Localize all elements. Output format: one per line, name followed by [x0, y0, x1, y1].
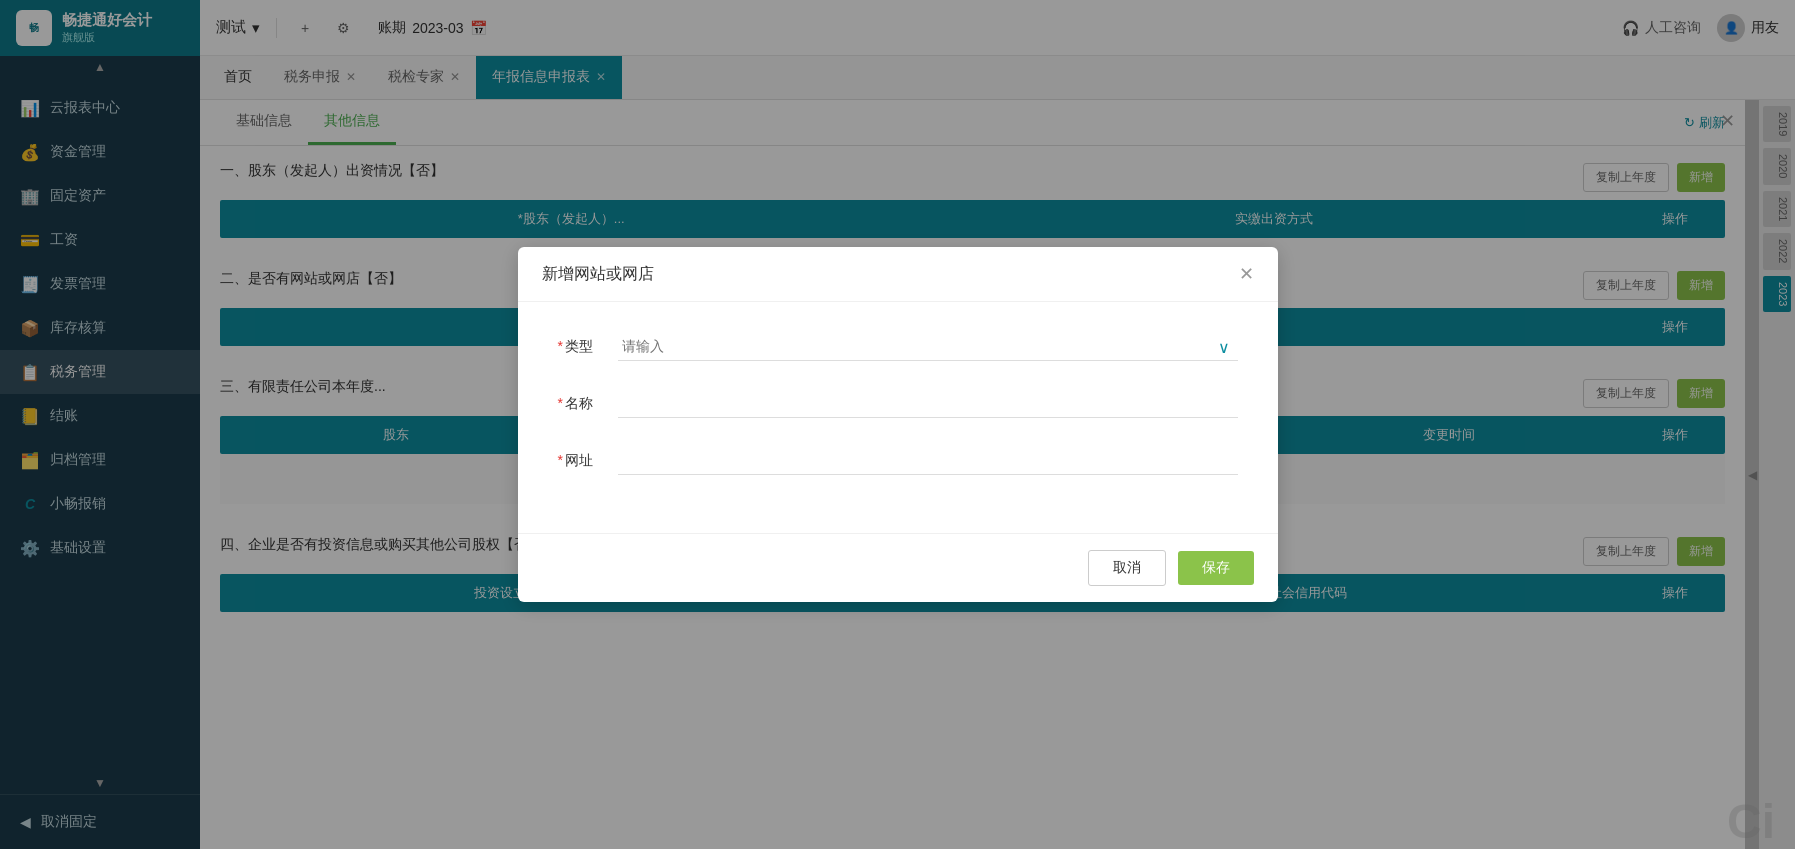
name-input[interactable] — [618, 389, 1238, 418]
name-field — [618, 389, 1238, 418]
type-input[interactable] — [618, 332, 1238, 361]
form-row-type: *类型 ∨ — [558, 332, 1238, 361]
form-row-name: *名称 — [558, 389, 1238, 418]
save-button[interactable]: 保存 — [1178, 551, 1254, 585]
cancel-button[interactable]: 取消 — [1088, 550, 1166, 586]
type-label: *类型 — [558, 338, 618, 356]
url-field — [618, 446, 1238, 475]
dialog-footer: 取消 保存 — [518, 533, 1278, 602]
type-field: ∨ — [618, 332, 1238, 361]
url-label: *网址 — [558, 452, 618, 470]
name-label: *名称 — [558, 395, 618, 413]
url-input[interactable] — [618, 446, 1238, 475]
dialog-header: 新增网站或网店 ✕ — [518, 247, 1278, 302]
dialog-overlay: 新增网站或网店 ✕ *类型 ∨ *名称 — [0, 0, 1795, 849]
dialog-close-button[interactable]: ✕ — [1239, 263, 1254, 285]
dialog-title: 新增网站或网店 — [542, 264, 654, 285]
dialog: 新增网站或网店 ✕ *类型 ∨ *名称 — [518, 247, 1278, 602]
form-row-url: *网址 — [558, 446, 1238, 475]
dialog-body: *类型 ∨ *名称 *网址 — [518, 302, 1278, 533]
